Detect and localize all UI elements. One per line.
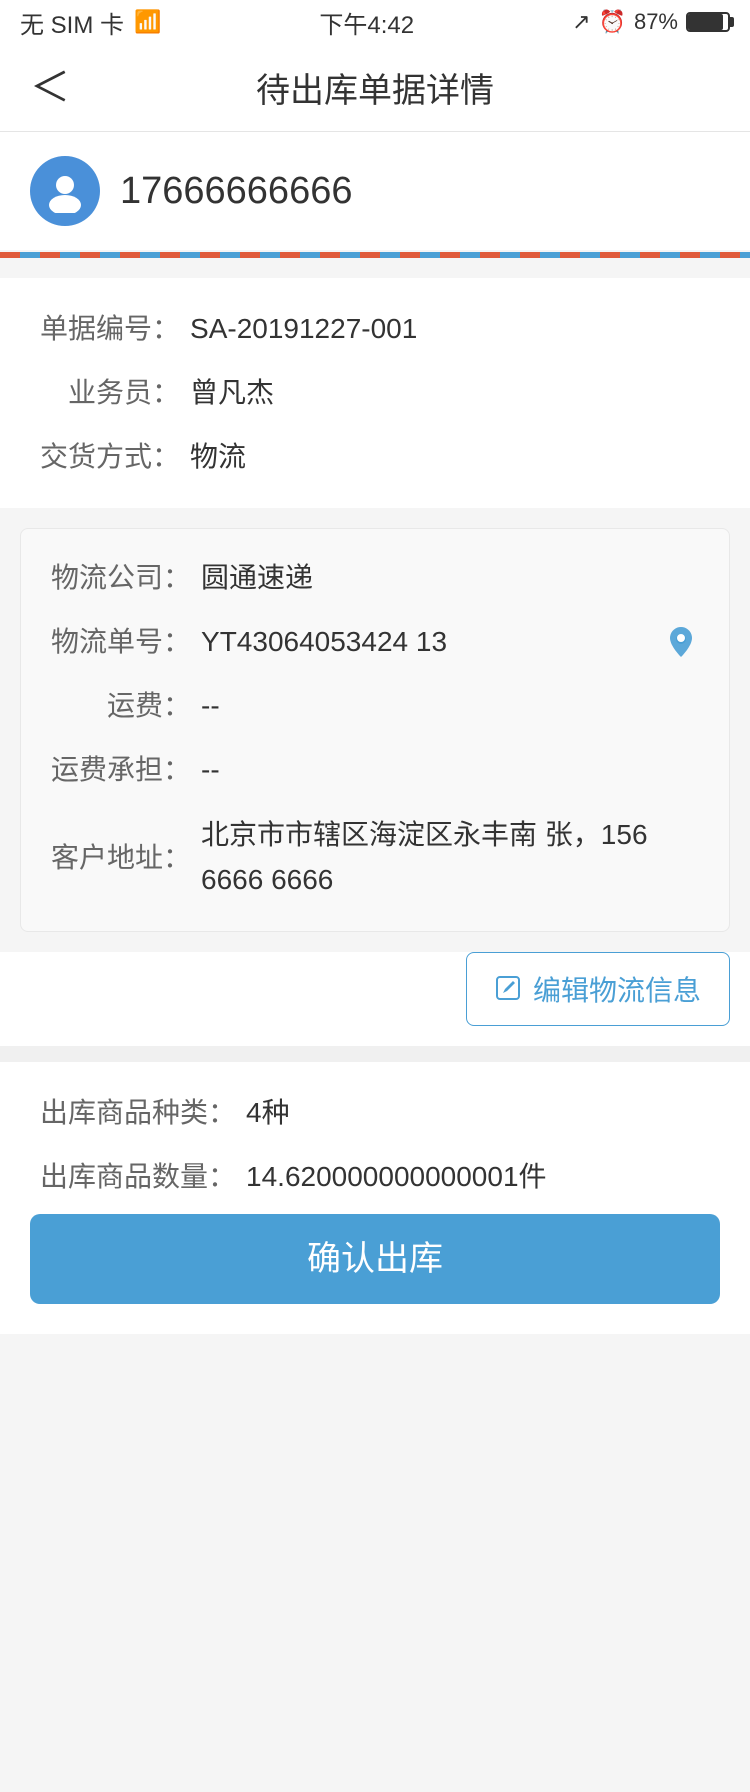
edit-btn-row: 编辑物流信息 [0,952,750,1046]
salesman-row: 业务员： 曾凡杰 [40,372,710,414]
delivery-method-row: 交货方式： 物流 [40,436,710,478]
edit-logistics-label: 编辑物流信息 [533,969,701,1009]
carrier-text: 无 SIM 卡 [20,5,124,40]
salesman-value: 曾凡杰 [190,372,710,414]
battery-fill [688,14,723,30]
document-no-value: SA-20191227-001 [190,308,710,350]
document-no-label: 单据编号： [40,308,180,350]
goods-quantity-row: 出库商品数量： 14.620000000000001件 [40,1156,710,1198]
section-separator-1 [0,1046,750,1062]
tracking-no-label: 物流单号： [51,621,191,663]
basic-info-section: 单据编号： SA-20191227-001 业务员： 曾凡杰 交货方式： 物流 [0,278,750,508]
wifi-icon: 📶 [134,9,161,35]
goods-type-row: 出库商品种类： 4种 [40,1092,710,1134]
goods-type-label: 出库商品种类： [40,1092,236,1134]
battery-icon [686,12,730,32]
freight-label: 运费： [51,685,191,727]
edit-logistics-button[interactable]: 编辑物流信息 [466,952,730,1026]
status-time: 下午4:42 [319,5,414,40]
address-value: 北京市市辖区海淀区永丰南 张，156 6666 6666 [201,813,699,903]
alarm-icon: ⏰ [599,9,626,35]
salesman-label: 业务员： [40,372,180,414]
freight-bearer-row: 运费承担： -- [51,749,699,791]
goods-quantity-label: 出库商品数量： [40,1156,236,1198]
status-right: ↗ ⏰ 87% [572,9,730,35]
location-status-icon: ↗ [572,9,590,35]
back-button[interactable]: ＜ [30,68,70,108]
tracking-location-icon[interactable] [663,624,699,660]
freight-row: 运费： -- [51,685,699,727]
tracking-no-value: YT43064053424 13 [201,621,649,663]
freight-value: -- [201,685,699,727]
freight-bearer-label: 运费承担： [51,749,191,791]
edit-icon [495,975,523,1003]
status-bar: 无 SIM 卡 📶 下午4:42 ↗ ⏰ 87% [0,0,750,44]
delivery-method-label: 交货方式： [40,436,180,478]
document-no-row: 单据编号： SA-20191227-001 [40,308,710,350]
delivery-method-value: 物流 [190,436,710,478]
customer-phone: 17666666666 [120,170,352,213]
dashed-divider [0,252,750,258]
page-title: 待出库单据详情 [256,63,494,112]
goods-quantity-value: 14.620000000000001件 [246,1156,710,1198]
confirm-btn-wrap: 确认出库 [0,1194,750,1334]
logistics-company-value: 圆通速递 [201,557,699,599]
goods-type-value: 4种 [246,1092,710,1134]
avatar-icon [43,169,87,213]
nav-bar: ＜ 待出库单据详情 [0,44,750,132]
address-label: 客户地址： [51,837,191,879]
tracking-no-row: 物流单号： YT43064053424 13 [51,621,699,663]
confirm-outbound-button[interactable]: 确认出库 [30,1214,720,1304]
status-left: 无 SIM 卡 📶 [20,5,161,40]
customer-header: 17666666666 [0,132,750,250]
logistics-company-row: 物流公司： 圆通速递 [51,557,699,599]
address-row: 客户地址： 北京市市辖区海淀区永丰南 张，156 6666 6666 [51,813,699,903]
avatar [30,156,100,226]
freight-bearer-value: -- [201,749,699,791]
logistics-card: 物流公司： 圆通速递 物流单号： YT43064053424 13 运费： --… [20,528,730,932]
battery-percent: 87% [634,9,678,35]
bottom-spacer [0,1332,750,1632]
logistics-company-label: 物流公司： [51,557,191,599]
